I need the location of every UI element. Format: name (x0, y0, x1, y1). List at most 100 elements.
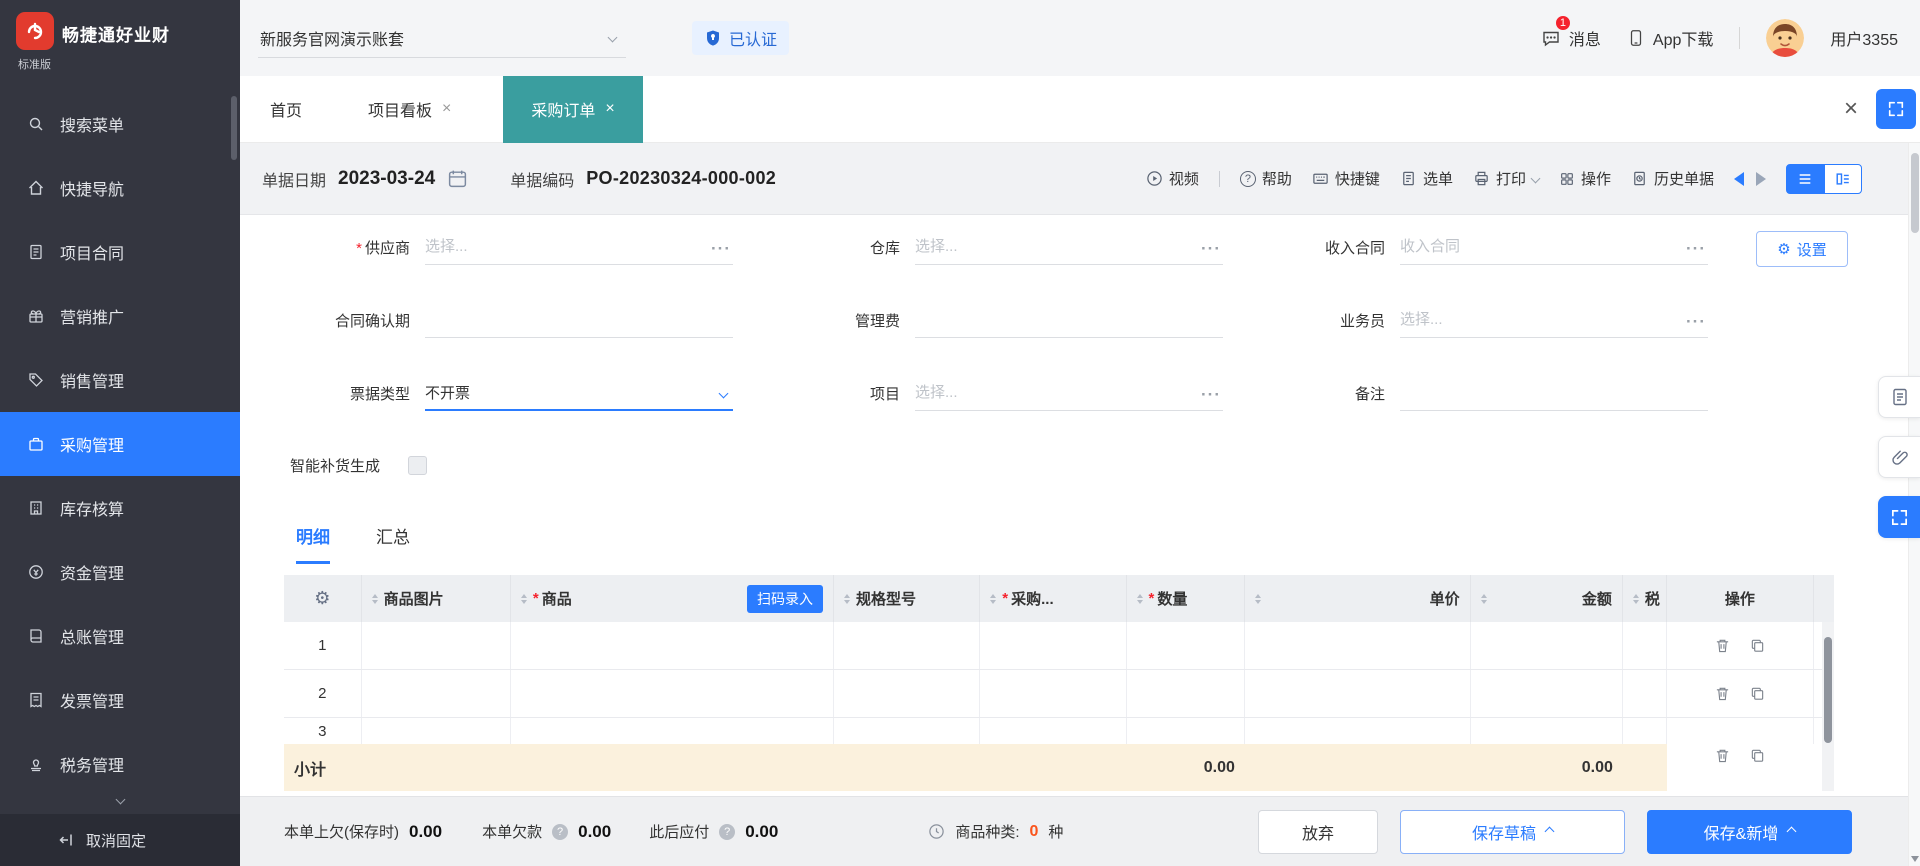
tab-detail[interactable]: 明细 (296, 523, 330, 564)
sidebar-item-inventory[interactable]: 库存核算 (0, 476, 240, 540)
close-page-icon[interactable]: × (1844, 97, 1858, 121)
pick-list-button[interactable]: 选单 (1400, 168, 1453, 189)
avatar[interactable] (1766, 19, 1805, 57)
cell-purchase[interactable] (980, 670, 1127, 717)
cell-qty[interactable] (1127, 718, 1245, 744)
income-contract-input[interactable] (1400, 238, 1708, 255)
more-options-icon[interactable]: ··· (1686, 239, 1706, 259)
mgmt-fee-input[interactable] (915, 311, 1223, 328)
scan-entry-button[interactable]: 扫码录入 (747, 584, 824, 613)
certified-badge[interactable]: 已认证 (692, 21, 790, 55)
prev-doc-button[interactable] (1734, 171, 1744, 186)
tab-summary[interactable]: 汇总 (376, 523, 410, 564)
tab-project-board[interactable]: 项目看板 × (368, 97, 451, 121)
cell-product-image[interactable] (362, 670, 511, 717)
sidebar-item-funds[interactable]: 资金管理 (0, 540, 240, 604)
sidebar-more-indicator[interactable] (0, 794, 240, 805)
sidebar-item-search-menu[interactable]: 搜索菜单 (0, 92, 240, 156)
copy-row-icon[interactable] (1750, 748, 1765, 763)
sort-icon[interactable] (1480, 593, 1487, 604)
cell-product[interactable] (511, 622, 835, 669)
warehouse-input[interactable] (915, 238, 1223, 255)
fullscreen-toggle-button[interactable] (1876, 89, 1916, 129)
operations-button[interactable]: 操作 (1559, 168, 1611, 189)
save-draft-button[interactable]: 保存草稿 (1400, 809, 1625, 854)
contract-confirm-input[interactable] (425, 311, 733, 328)
app-download-button[interactable]: App下载 (1627, 26, 1713, 50)
help-button[interactable]: ? 帮助 (1239, 168, 1292, 189)
sidebar-item-purchase[interactable]: 采购管理 (0, 412, 240, 476)
salesman-input[interactable] (1400, 311, 1708, 328)
cell-spec[interactable] (834, 670, 981, 717)
delete-row-icon[interactable] (1715, 638, 1730, 653)
page-scrollbar-thumb[interactable] (1911, 153, 1919, 233)
cell-spec[interactable] (834, 718, 981, 744)
cell-amount[interactable] (1471, 622, 1623, 669)
sidebar-item-ledger[interactable]: 总账管理 (0, 604, 240, 668)
sort-icon[interactable] (371, 593, 378, 604)
tab-home[interactable]: 首页 (270, 97, 302, 121)
account-select[interactable]: 新服务官网演示账套 (258, 18, 626, 58)
copy-row-icon[interactable] (1750, 686, 1765, 701)
sidebar-item-marketing[interactable]: 营销推广 (0, 284, 240, 348)
scroll-down-arrow-icon[interactable] (1911, 856, 1919, 862)
history-docs-button[interactable]: 历史单据 (1631, 168, 1714, 189)
discard-button[interactable]: 放弃 (1258, 809, 1378, 854)
tab-purchase-order[interactable]: 采购订单 × (503, 75, 643, 143)
hotkeys-button[interactable]: 快捷键 (1312, 168, 1380, 189)
sort-icon[interactable] (990, 593, 997, 604)
cell-spec[interactable] (834, 622, 981, 669)
cell-product[interactable] (511, 670, 835, 717)
video-button[interactable]: 视频 (1146, 168, 1199, 189)
column-gear-icon[interactable]: ⚙ (314, 588, 330, 609)
sidebar-item-invoice[interactable]: 发票管理 (0, 668, 240, 732)
cell-purchase[interactable] (980, 718, 1127, 744)
unpin-sidebar-button[interactable]: 取消固定 (0, 814, 240, 866)
cell-amount[interactable] (1471, 718, 1623, 744)
close-tab-icon[interactable]: × (605, 101, 614, 117)
cell-product[interactable] (511, 718, 835, 744)
more-options-icon[interactable]: ··· (1686, 312, 1706, 332)
cell-qty[interactable] (1127, 622, 1245, 669)
sort-icon[interactable] (520, 593, 527, 604)
cell-qty[interactable] (1127, 670, 1245, 717)
messages-button[interactable]: 1 消息 (1541, 14, 1601, 50)
list-view-button[interactable] (1786, 163, 1824, 194)
delete-row-icon[interactable] (1715, 686, 1730, 701)
split-view-button[interactable] (1824, 163, 1862, 194)
sidebar-item-quick-nav[interactable]: 快捷导航 (0, 156, 240, 220)
next-doc-button[interactable] (1756, 171, 1766, 186)
project-input[interactable] (915, 384, 1223, 401)
cell-tax[interactable] (1623, 718, 1667, 744)
bill-type-select[interactable] (425, 383, 733, 401)
sidebar-item-tax[interactable]: 税务管理 (0, 732, 240, 796)
attachment-button[interactable] (1878, 436, 1920, 478)
doc-date-value[interactable]: 2023-03-24 (338, 168, 435, 190)
cell-purchase[interactable] (980, 622, 1127, 669)
sort-icon[interactable] (1632, 593, 1639, 604)
cell-product-image[interactable] (362, 718, 511, 744)
sort-icon[interactable] (844, 593, 851, 604)
help-icon[interactable]: ? (719, 823, 736, 840)
delete-row-icon[interactable] (1715, 748, 1730, 763)
cell-product-image[interactable] (362, 622, 511, 669)
save-and-new-button[interactable]: 保存&新增 (1647, 809, 1852, 854)
table-scrollbar-thumb[interactable] (1824, 637, 1832, 743)
sidebar-item-sales[interactable]: 销售管理 (0, 348, 240, 412)
close-tab-icon[interactable]: × (442, 101, 451, 117)
sidebar-item-project-contract[interactable]: 项目合同 (0, 220, 240, 284)
cell-tax[interactable] (1623, 670, 1667, 717)
sort-icon[interactable] (1254, 593, 1261, 604)
cell-price[interactable] (1245, 622, 1471, 669)
cell-tax[interactable] (1623, 622, 1667, 669)
supplier-input[interactable] (425, 238, 733, 255)
cell-price[interactable] (1245, 670, 1471, 717)
calendar-icon[interactable] (447, 168, 468, 189)
settings-button[interactable]: ⚙ 设置 (1756, 231, 1848, 267)
cell-amount[interactable] (1471, 670, 1623, 717)
print-button[interactable]: 打印 (1473, 168, 1541, 189)
drafts-button[interactable] (1878, 376, 1920, 418)
copy-row-icon[interactable] (1750, 638, 1765, 653)
sort-icon[interactable] (1136, 593, 1143, 604)
expand-panel-button[interactable] (1878, 496, 1920, 538)
